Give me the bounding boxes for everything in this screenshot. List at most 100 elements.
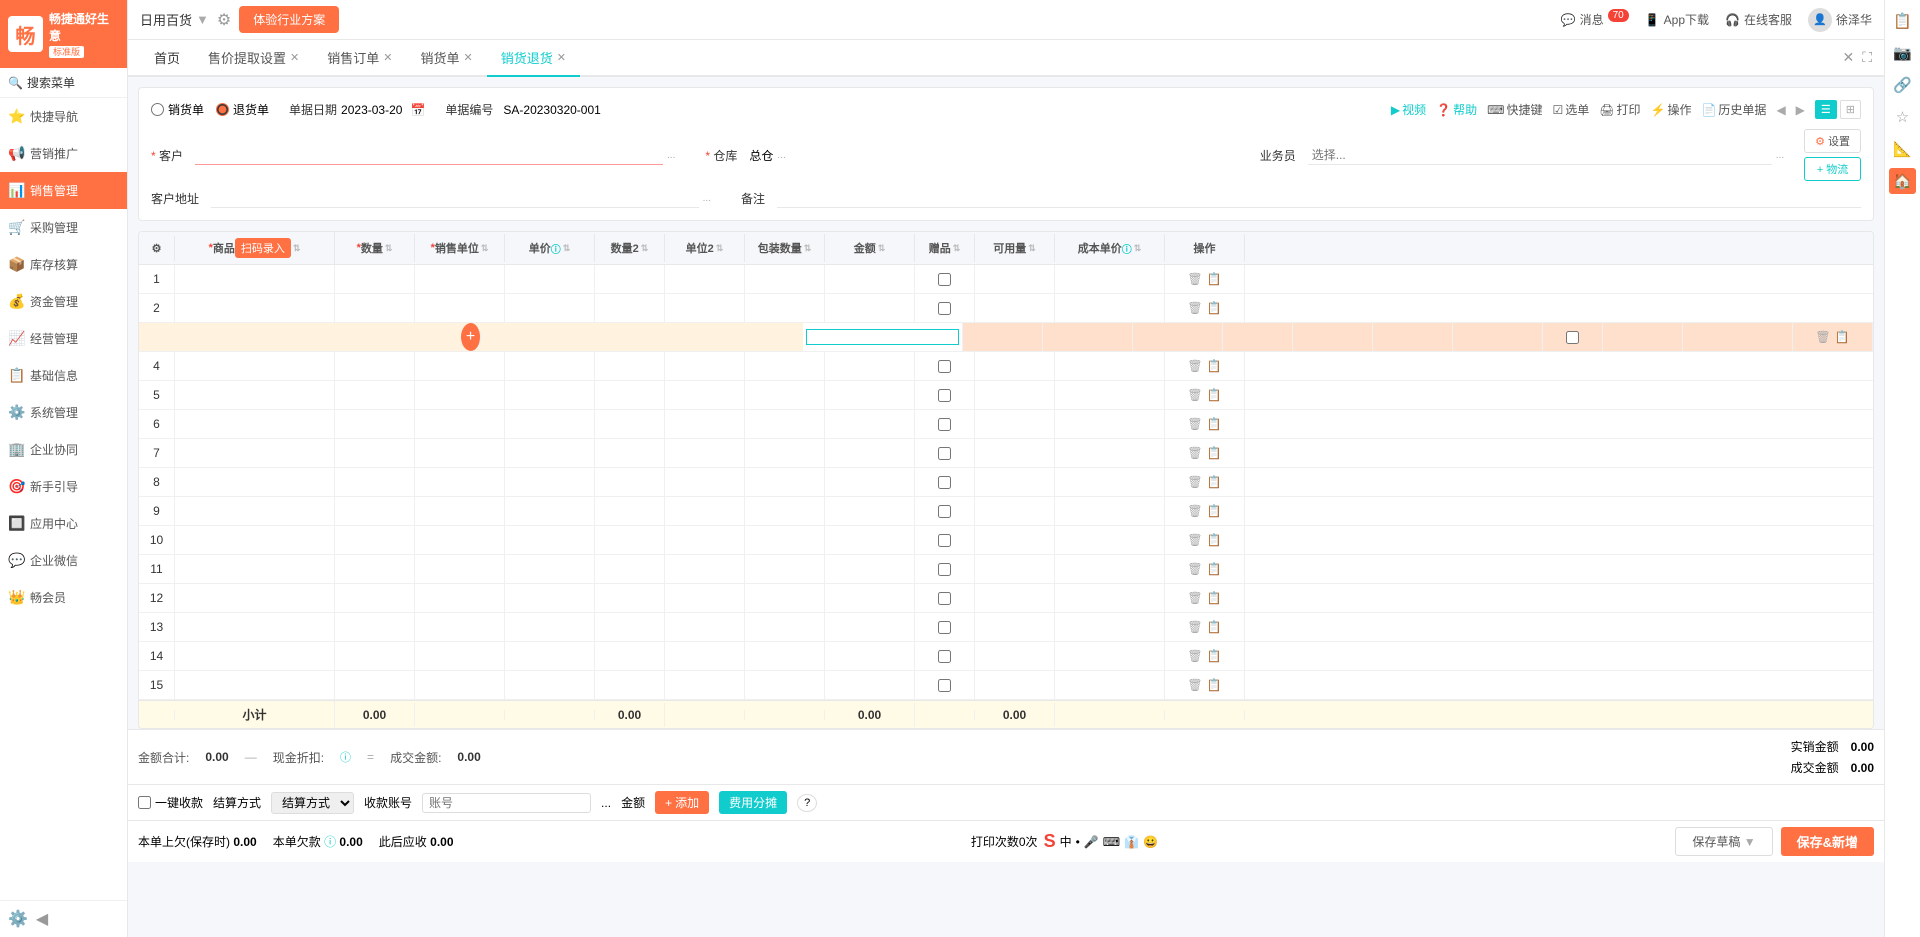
calendar-icon[interactable]: 📅 [410,103,425,117]
row-pack[interactable] [745,439,825,467]
fees-btn[interactable]: 费用分摊 [719,791,787,814]
row-price[interactable] [505,439,595,467]
row-gift[interactable] [915,410,975,438]
save-new-btn[interactable]: 保存&新增 [1781,827,1874,856]
row-qty2[interactable] [595,613,665,641]
settle-method-select[interactable]: 结算方式 [271,792,354,814]
delete-row-icon[interactable]: 🗑 [1187,562,1202,576]
row-avail[interactable] [975,468,1055,496]
taskbar-icon3[interactable]: 🎤 [1084,835,1099,849]
row-avail[interactable] [975,381,1055,409]
row-avail[interactable] [975,497,1055,525]
row-qty2[interactable] [595,410,665,438]
experience-btn[interactable]: 体验行业方案 [239,6,339,33]
row-amount[interactable] [825,613,915,641]
sidebar-item-finance[interactable]: 💰 资金管理 [0,283,127,320]
row-unit2[interactable] [665,468,745,496]
row-cost[interactable] [1055,497,1165,525]
row-unit2[interactable] [665,555,745,583]
row-pack[interactable] [745,468,825,496]
goods-input[interactable] [178,388,331,402]
row-cost[interactable] [1055,613,1165,641]
gift-checkbox[interactable] [918,447,971,460]
warehouse-dots[interactable]: ... [777,150,785,161]
row-pack[interactable] [745,671,825,699]
row-cost[interactable] [1055,439,1165,467]
row-gift[interactable] [915,265,975,293]
close-all-icon[interactable]: ✕ [1842,49,1854,66]
collapse-icon[interactable]: ◀ [36,909,48,929]
col-header-gear[interactable]: ⚙ [139,236,175,261]
sort-icon-avail[interactable]: ⇅ [1028,243,1036,254]
tab-home[interactable]: 首页 [140,40,194,77]
row-qty2[interactable] [595,352,665,380]
gift-checkbox[interactable] [918,418,971,431]
row-unit2[interactable] [665,497,745,525]
gift-checkbox[interactable] [918,534,971,547]
radio-sales-delivery[interactable]: 销货单 [151,101,204,118]
help-btn[interactable]: ? [797,794,817,812]
toolbar-history[interactable]: 📄 历史单据 [1701,101,1766,118]
goods-input[interactable] [178,359,331,373]
customer-input[interactable] [195,146,663,165]
row-avail[interactable] [975,526,1055,554]
row-qty2[interactable] [595,642,665,670]
once-owe-info-icon[interactable]: ⓘ [324,835,336,849]
row-amount[interactable] [825,265,915,293]
taskbar-icon6[interactable]: 😀 [1143,835,1158,849]
goods-input[interactable] [178,417,331,431]
tab-sales-order[interactable]: 销售订单 ✕ [313,40,406,77]
row-cost[interactable] [1055,294,1165,322]
row-unit2[interactable] [665,410,745,438]
row-qty[interactable] [335,584,415,612]
sort-icon-unit[interactable]: ⇅ [481,243,489,254]
tab-price-setting[interactable]: 售价提取设置 ✕ [194,40,313,77]
view-list-icon[interactable]: ☰ [1815,100,1837,119]
copy-row-icon[interactable]: 📋 [1207,562,1222,576]
row-unit[interactable] [415,468,505,496]
row-avail[interactable] [975,439,1055,467]
row-price[interactable] [505,468,595,496]
row-pack[interactable] [745,613,825,641]
row-goods[interactable] [175,294,335,322]
delete-row-icon[interactable]: 🗑 [1187,678,1202,692]
row-qty[interactable] [335,671,415,699]
save-draft-btn[interactable]: 保存草稿 ▼ [1675,827,1772,856]
delete-row-icon[interactable]: 🗑 [1187,591,1202,605]
copy-row-icon[interactable]: 📋 [1207,533,1222,547]
row-unit[interactable] [415,642,505,670]
row-unit[interactable] [415,381,505,409]
row-unit2[interactable] [665,671,745,699]
row-avail[interactable] [975,352,1055,380]
row-pack[interactable] [745,526,825,554]
goods-input[interactable] [178,504,331,518]
tab-close-icon[interactable]: ✕ [557,51,566,64]
discount-info-icon[interactable]: ⓘ [340,749,351,765]
goods-input[interactable] [178,649,331,663]
row-cost[interactable] [1055,265,1165,293]
row-avail[interactable] [975,265,1055,293]
sort-icon-amount[interactable]: ⇅ [878,243,886,254]
radio-sales-delivery-input[interactable] [151,103,164,116]
gift-checkbox[interactable] [918,273,971,286]
staff-input[interactable] [1308,146,1772,165]
row-pack[interactable] [745,294,825,322]
copy-row-icon[interactable]: 📋 [1207,649,1222,663]
copy-row-icon[interactable]: 📋 [1207,475,1222,489]
goods-input[interactable] [178,301,331,315]
row-price[interactable] [505,526,595,554]
gift-checkbox[interactable] [918,563,971,576]
row-unit2[interactable] [665,584,745,612]
row-goods[interactable] [175,555,335,583]
row-qty[interactable] [335,294,415,322]
copy-row-icon[interactable]: 📋 [1207,620,1222,634]
row-avail[interactable] [975,294,1055,322]
row-avail[interactable] [975,584,1055,612]
row-goods[interactable] [175,584,335,612]
row-amount[interactable] [825,439,915,467]
row-unit2[interactable] [665,265,745,293]
row-pack-active[interactable] [1373,323,1453,351]
row-amount[interactable] [825,410,915,438]
copy-row-icon[interactable]: 📋 [1207,446,1222,460]
radio-return[interactable]: 退货单 [216,101,269,118]
